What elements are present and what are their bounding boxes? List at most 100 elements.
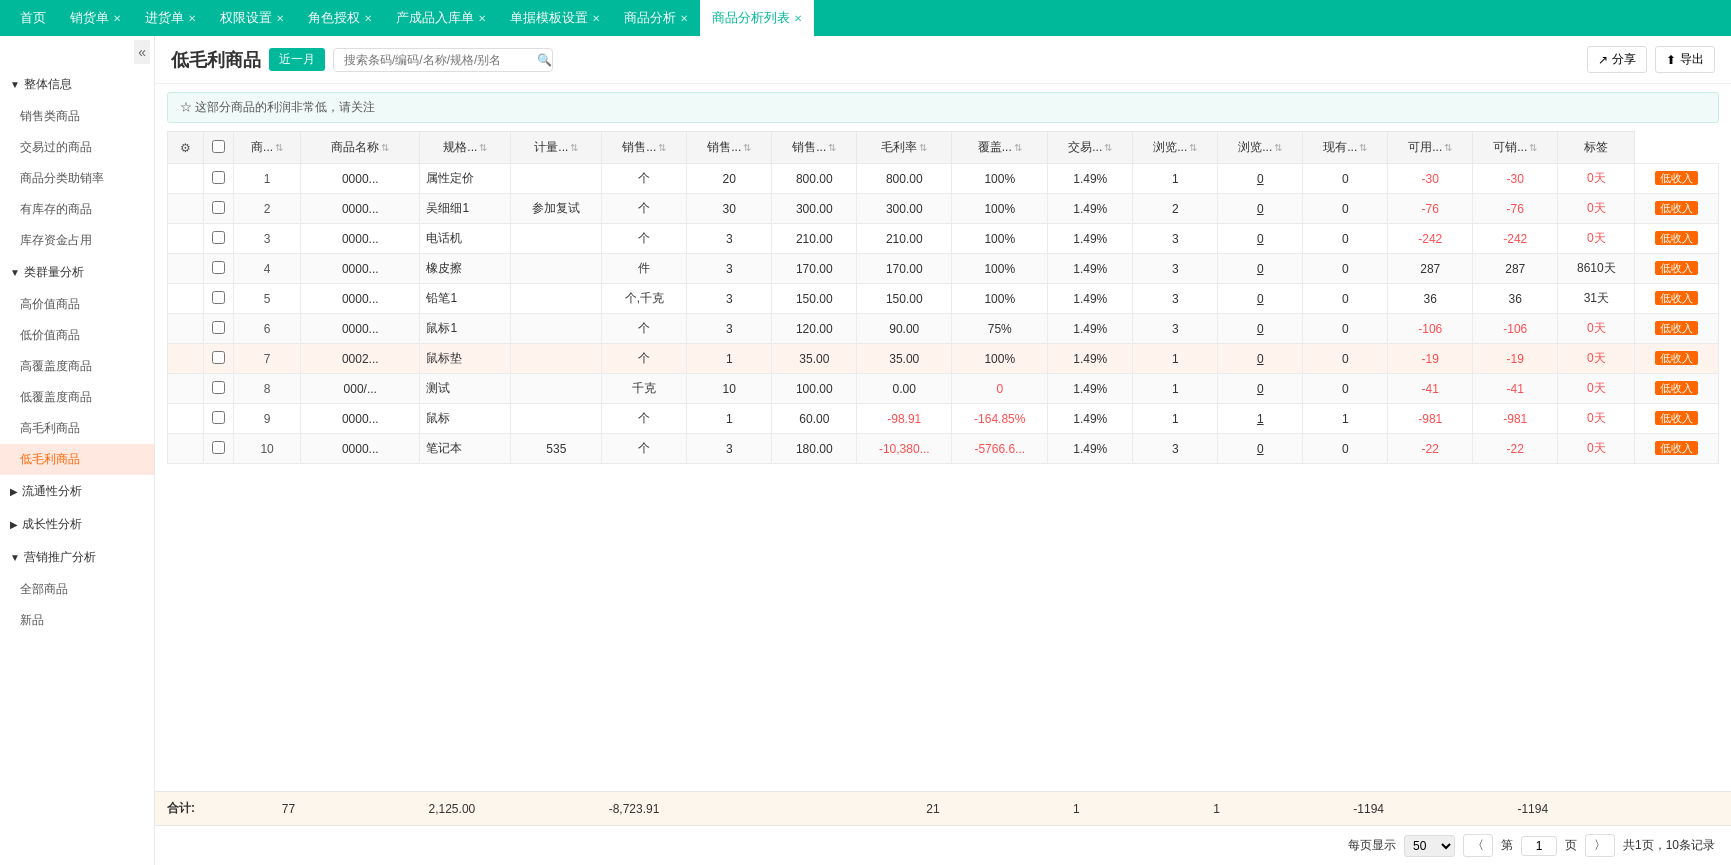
cell-checkbox[interactable]	[204, 314, 234, 344]
next-page-button[interactable]: 〉	[1585, 834, 1615, 857]
sidebar-item-instock-goods[interactable]: 有库存的商品	[0, 194, 154, 225]
cell-name[interactable]: 测试	[420, 374, 511, 404]
search-icon[interactable]: 🔍	[537, 53, 552, 67]
cell-name[interactable]: 吴细细1	[420, 194, 511, 224]
cell-name[interactable]: 笔记本	[420, 434, 511, 464]
col-settings[interactable]: ⚙	[168, 132, 204, 164]
col-checkbox[interactable]	[204, 132, 234, 164]
table-wrapper[interactable]: ⚙ 商...⇅ 商品名称⇅ 规格...⇅ 计量...⇅ 销售...⇅ 销售...…	[155, 131, 1731, 791]
cell-checkbox[interactable]	[204, 194, 234, 224]
sidebar-item-traded-goods[interactable]: 交易过的商品	[0, 132, 154, 163]
cell-checkbox[interactable]	[204, 374, 234, 404]
page-number-input[interactable]	[1521, 836, 1557, 856]
nav-goods-analysis-list[interactable]: 商品分析列表 ✕	[700, 0, 814, 36]
cell-name[interactable]: 属性定价	[420, 164, 511, 194]
nav-close-permissions[interactable]: ✕	[276, 13, 284, 24]
nav-template[interactable]: 单据模板设置 ✕	[498, 0, 612, 36]
cell-browse1[interactable]: 0	[1218, 314, 1303, 344]
cell-browse1[interactable]: 1	[1218, 404, 1303, 434]
cell-gross: 1.49%	[1048, 254, 1133, 284]
nav-goods-analysis[interactable]: 商品分析 ✕	[612, 0, 700, 36]
row-checkbox[interactable]	[212, 321, 225, 334]
cell-checkbox[interactable]	[204, 254, 234, 284]
sidebar-group-overall[interactable]: ▼ 整体信息	[0, 68, 154, 101]
sidebar-item-all-goods[interactable]: 全部商品	[0, 574, 154, 605]
row-checkbox[interactable]	[212, 441, 225, 454]
cell-name[interactable]: 铅笔1	[420, 284, 511, 314]
nav-close-product-inbound[interactable]: ✕	[478, 13, 486, 24]
cell-browse1[interactable]: 0	[1218, 194, 1303, 224]
cell-name[interactable]: 橡皮擦	[420, 254, 511, 284]
cell-checkbox[interactable]	[204, 434, 234, 464]
search-input[interactable]	[333, 48, 553, 72]
cell-name[interactable]: 鼠标垫	[420, 344, 511, 374]
row-checkbox[interactable]	[212, 381, 225, 394]
select-all-checkbox[interactable]	[212, 140, 225, 153]
nav-product-inbound[interactable]: 产成品入库单 ✕	[384, 0, 498, 36]
nav-close-purchase[interactable]: ✕	[188, 13, 196, 24]
cell-checkbox[interactable]	[204, 224, 234, 254]
sidebar-item-low-profit[interactable]: 低毛利商品	[0, 444, 154, 475]
col-name: 商品名称⇅	[301, 132, 420, 164]
footer-label: 合计:	[167, 800, 195, 817]
sidebar-item-new-goods[interactable]: 新品	[0, 605, 154, 636]
sidebar-item-sales-goods[interactable]: 销售类商品	[0, 101, 154, 132]
sidebar-item-low-coverage[interactable]: 低覆盖度商品	[0, 382, 154, 413]
nav-purchase[interactable]: 进货单 ✕	[133, 0, 208, 36]
sidebar-group-marketing[interactable]: ▼ 营销推广分析	[0, 541, 154, 574]
sidebar-item-stock-capital[interactable]: 库存资金占用	[0, 225, 154, 256]
cell-browse1[interactable]: 0	[1218, 284, 1303, 314]
nav-permissions[interactable]: 权限设置 ✕	[208, 0, 296, 36]
sidebar-item-low-value[interactable]: 低价值商品	[0, 320, 154, 351]
cell-checkbox[interactable]	[204, 344, 234, 374]
cell-qty: 3	[687, 314, 772, 344]
cell-browse1[interactable]: 0	[1218, 224, 1303, 254]
cell-browse1[interactable]: 0	[1218, 434, 1303, 464]
col-gross: 毛利率⇅	[857, 132, 952, 164]
tag-badge: 低收入	[1655, 261, 1698, 275]
share-button[interactable]: ↗ 分享	[1587, 46, 1647, 73]
cell-checkbox[interactable]	[204, 164, 234, 194]
export-button[interactable]: ⬆ 导出	[1655, 46, 1715, 73]
row-checkbox[interactable]	[212, 201, 225, 214]
nav-roles[interactable]: 角色授权 ✕	[296, 0, 384, 36]
sidebar-item-high-profit[interactable]: 高毛利商品	[0, 413, 154, 444]
page-size-select[interactable]: 50 100 200	[1404, 835, 1455, 857]
cell-checkbox[interactable]	[204, 284, 234, 314]
sidebar-group-cluster[interactable]: ▼ 类群量分析	[0, 256, 154, 289]
nav-close-roles[interactable]: ✕	[364, 13, 372, 24]
filter-button[interactable]: 近一月	[269, 48, 325, 71]
nav-home[interactable]: 首页	[8, 0, 58, 36]
cell-spec: 535	[511, 434, 602, 464]
cell-browse1[interactable]: 0	[1218, 254, 1303, 284]
row-checkbox[interactable]	[212, 231, 225, 244]
sidebar-item-high-coverage[interactable]: 高覆盖度商品	[0, 351, 154, 382]
sidebar-collapse-button[interactable]: «	[134, 40, 150, 64]
cell-checkbox[interactable]	[204, 404, 234, 434]
row-checkbox[interactable]	[212, 351, 225, 364]
cell-price: 210.00	[772, 224, 857, 254]
cell-name[interactable]: 电话机	[420, 224, 511, 254]
sidebar-group-growth[interactable]: ▶ 成长性分析	[0, 508, 154, 541]
cell-num: 4	[234, 254, 301, 284]
sidebar-item-category-rate[interactable]: 商品分类助销率	[0, 163, 154, 194]
nav-close-goods-analysis[interactable]: ✕	[680, 13, 688, 24]
sidebar-item-high-value[interactable]: 高价值商品	[0, 289, 154, 320]
sidebar-group-flow[interactable]: ▶ 流通性分析	[0, 475, 154, 508]
cell-browse2: 0	[1303, 254, 1388, 284]
row-checkbox[interactable]	[212, 291, 225, 304]
cell-name[interactable]: 鼠标	[420, 404, 511, 434]
cell-browse1[interactable]: 0	[1218, 164, 1303, 194]
cell-name[interactable]: 鼠标1	[420, 314, 511, 344]
cell-browse1[interactable]: 0	[1218, 344, 1303, 374]
nav-close-sales[interactable]: ✕	[113, 13, 121, 24]
nav-close-goods-analysis-list[interactable]: ✕	[794, 13, 802, 24]
cell-browse1[interactable]: 0	[1218, 374, 1303, 404]
nav-close-template[interactable]: ✕	[592, 13, 600, 24]
cell-coverage: 1	[1133, 344, 1218, 374]
nav-sales[interactable]: 销货单 ✕	[58, 0, 133, 36]
row-checkbox[interactable]	[212, 411, 225, 424]
prev-page-button[interactable]: 〈	[1463, 834, 1493, 857]
row-checkbox[interactable]	[212, 171, 225, 184]
row-checkbox[interactable]	[212, 261, 225, 274]
